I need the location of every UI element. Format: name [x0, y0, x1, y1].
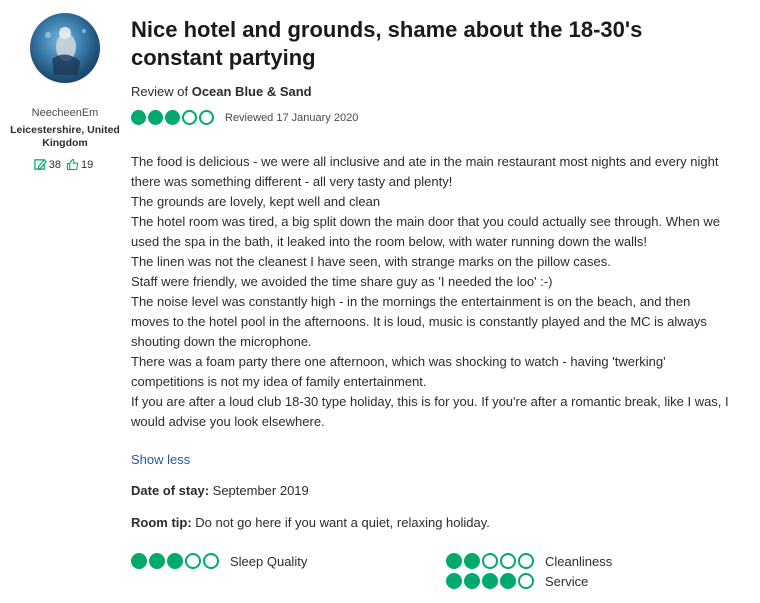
rating-bubble-filled-icon: [500, 573, 516, 589]
review-paragraph: Staff were friendly, we avoided the time…: [131, 274, 553, 289]
rating-bubble-filled-icon: [446, 553, 462, 569]
reviewer-stats: 38 19: [0, 158, 130, 171]
room-tip-label: Room tip:: [131, 515, 192, 530]
rating-bubble-filled-icon: [148, 110, 163, 125]
show-less-link[interactable]: Show less: [131, 452, 190, 467]
rating-bubble-filled-icon: [167, 553, 183, 569]
rating-bubble-empty-icon: [482, 553, 498, 569]
rating-bubble-empty-icon: [199, 110, 214, 125]
subrating-bubbles: [446, 573, 534, 589]
reviewed-date: Reviewed 17 January 2020: [225, 111, 359, 124]
subrating-label: Cleanliness: [545, 553, 613, 569]
rating-bubble-filled-icon: [464, 573, 480, 589]
subrating-service: Service: [446, 573, 588, 589]
room-tip: Room tip: Do not go here if you want a q…: [131, 515, 490, 530]
review-of-prefix: Review of: [131, 84, 192, 99]
rating-bubble-filled-icon: [482, 573, 498, 589]
review-rating-bubbles: [131, 110, 214, 125]
review-paragraph: There was a foam party there one afterno…: [131, 354, 666, 389]
rating-bubble-empty-icon: [203, 553, 219, 569]
subrating-label: Sleep Quality: [230, 553, 308, 569]
hotel-name-link[interactable]: Ocean Blue & Sand: [192, 84, 312, 99]
date-of-stay-label: Date of stay:: [131, 483, 210, 498]
subrating-sleep-quality: Sleep Quality: [131, 553, 307, 569]
review-paragraph: The noise level was constantly high - in…: [131, 294, 707, 349]
rating-bubble-empty-icon: [185, 553, 201, 569]
review-paragraph: The food is delicious - we were all incl…: [131, 154, 719, 189]
rating-bubble-empty-icon: [518, 573, 534, 589]
rating-bubble-empty-icon: [500, 553, 516, 569]
helpful-votes-count: 19: [81, 158, 94, 171]
reviewer-username[interactable]: NeecheenEm: [0, 107, 130, 119]
review-rating-row: Reviewed 17 January 2020: [131, 110, 358, 125]
subrating-cleanliness: Cleanliness: [446, 553, 612, 569]
subrating-label: Service: [545, 573, 589, 589]
review-paragraph: The grounds are lovely, kept well and cl…: [131, 194, 381, 209]
date-of-stay: Date of stay: September 2019: [131, 483, 309, 498]
rating-bubble-filled-icon: [446, 573, 462, 589]
review-paragraph: If you are after a loud club 18-30 type …: [131, 394, 729, 429]
date-of-stay-value: September 2019: [209, 483, 309, 498]
rating-bubble-empty-icon: [518, 553, 534, 569]
edit-icon: [34, 158, 47, 171]
rating-bubble-filled-icon: [131, 553, 147, 569]
rating-bubble-filled-icon: [131, 110, 146, 125]
rating-bubble-filled-icon: [165, 110, 180, 125]
subrating-bubbles: [131, 553, 219, 569]
review-title[interactable]: Nice hotel and grounds, shame about the …: [131, 16, 731, 72]
review-paragraph: The linen was not the cleanest I have se…: [131, 254, 611, 269]
avatar[interactable]: [30, 13, 100, 83]
subrating-bubbles: [446, 553, 534, 569]
room-tip-value: Do not go here if you want a quiet, rela…: [191, 515, 490, 530]
contributions-count: 38: [48, 158, 61, 171]
rating-bubble-filled-icon: [149, 553, 165, 569]
reviewer-location: Leicestershire, United Kingdom: [10, 124, 120, 149]
review-body: The food is delicious - we were all incl…: [131, 152, 731, 432]
review-paragraph: The hotel room was tired, a big split do…: [131, 214, 720, 249]
thumbs-up-icon: [66, 158, 79, 171]
rating-bubble-empty-icon: [182, 110, 197, 125]
review-of: Review of Ocean Blue & Sand: [131, 84, 312, 99]
rating-bubble-filled-icon: [464, 553, 480, 569]
